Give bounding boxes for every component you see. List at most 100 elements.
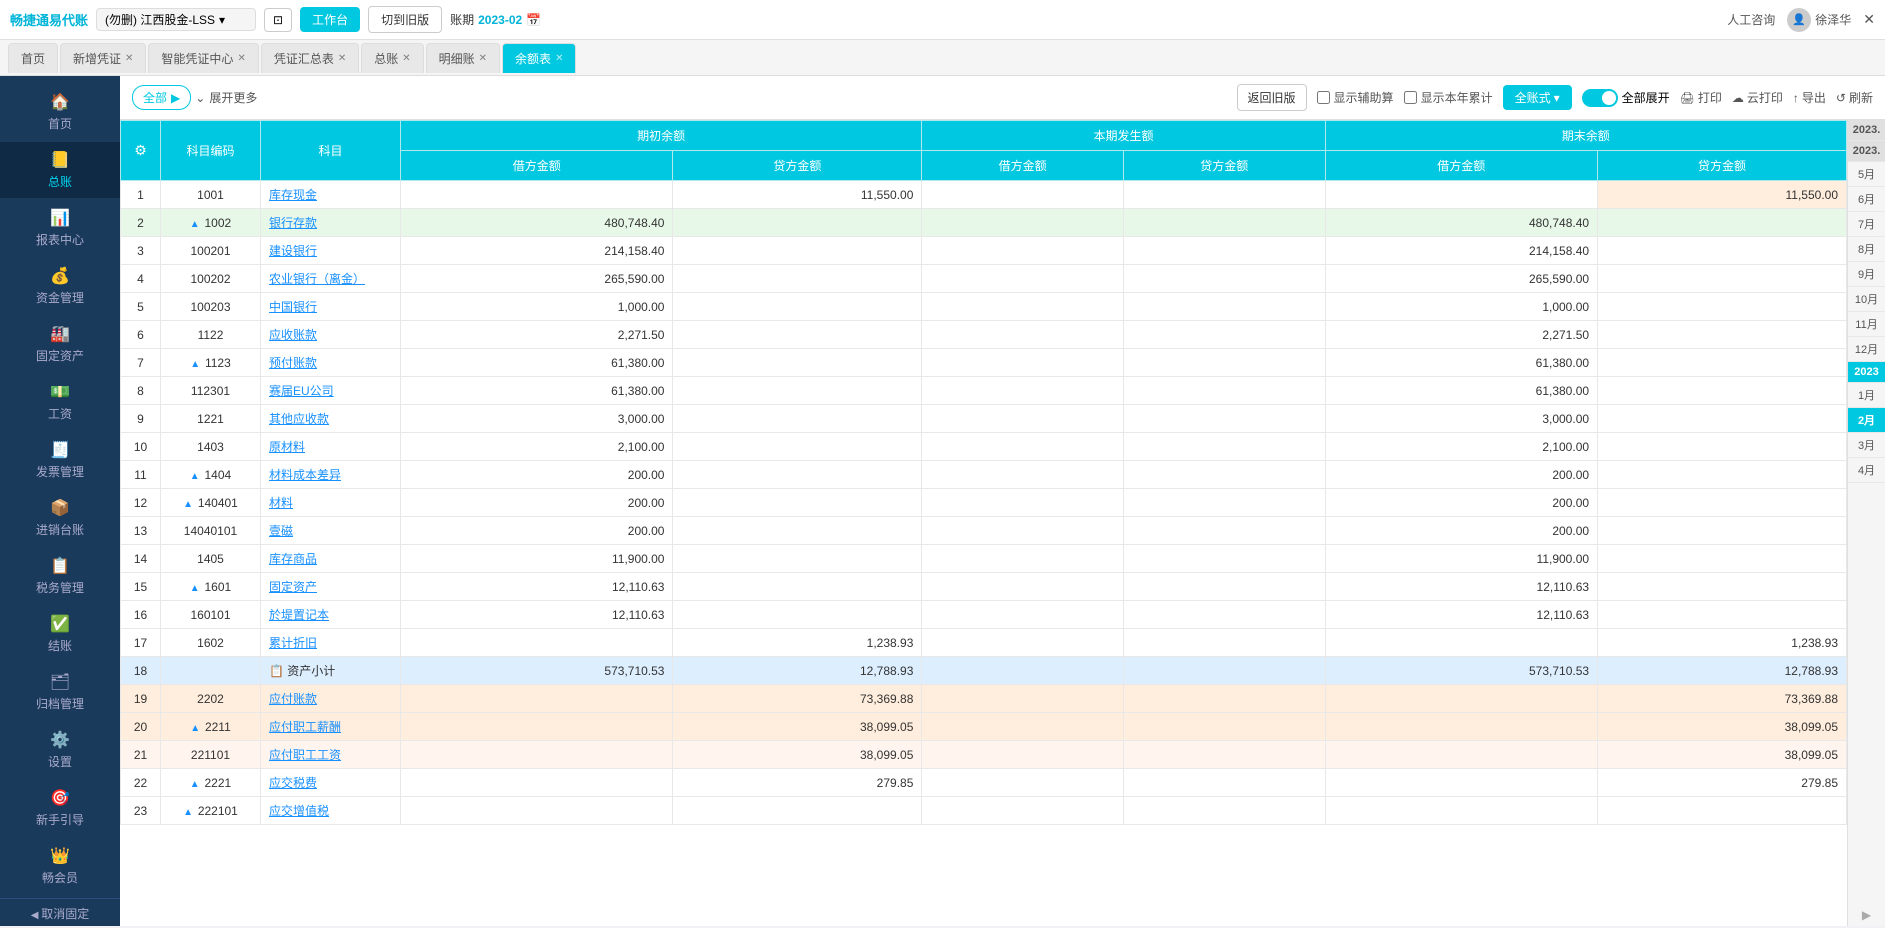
row-subject[interactable]: 原材料 — [261, 433, 401, 461]
right-panel-month-6[interactable]: 6月 — [1848, 187, 1885, 212]
row-subject[interactable]: 中国银行 — [261, 293, 401, 321]
right-panel-month-5[interactable]: 5月 — [1848, 162, 1885, 187]
user-avatar[interactable]: 👤 徐泽华 — [1787, 8, 1851, 32]
row-subject[interactable]: 库存现金 — [261, 181, 401, 209]
right-panel-month-2[interactable]: 2月 — [1848, 408, 1885, 433]
tab-balance-sheet-close[interactable]: ✕ — [555, 53, 563, 64]
expand-icon[interactable]: ▲ — [190, 723, 203, 734]
row-ob-debit: 61,380.00 — [401, 377, 673, 405]
expand-icon[interactable]: ▲ — [190, 779, 203, 790]
row-subject[interactable]: 应付职工薪酬 — [261, 713, 401, 741]
row-subject[interactable]: 库存商品 — [261, 545, 401, 573]
sidebar-item-purchase[interactable]: 📦 进销台账 — [0, 490, 120, 546]
row-subject[interactable]: 固定资产 — [261, 573, 401, 601]
sidebar-item-invoice[interactable]: 🧾 发票管理 — [0, 432, 120, 488]
tab-smart-voucher[interactable]: 智能凭证中心 ✕ — [148, 43, 258, 73]
expand-icon[interactable]: ▲ — [183, 499, 196, 510]
expand-all-toggle[interactable]: 全部展开 — [1582, 89, 1670, 107]
all-filter-btn[interactable]: 全部 ▶ — [132, 85, 191, 110]
expand-icon[interactable]: ▲ — [183, 807, 196, 818]
cloud-print-btn[interactable]: ☁ 云打印 — [1732, 89, 1783, 106]
expand-icon[interactable]: ▲ — [190, 471, 203, 482]
unpin-btn[interactable]: ◀ 取消固定 — [0, 898, 120, 928]
sidebar-item-member[interactable]: 👑 畅会员 — [0, 838, 120, 896]
sidebar-item-ledger[interactable]: 📒 总账 — [0, 142, 120, 198]
company-selector[interactable]: (勿删) 江西股金-LSS ▾ — [96, 8, 256, 31]
row-subject[interactable]: 应交税费 — [261, 769, 401, 797]
tab-detail-ledger[interactable]: 明细账 ✕ — [426, 43, 500, 73]
copy-btn[interactable]: ⊡ — [264, 8, 292, 32]
row-subject[interactable]: 农业银行（离金） — [261, 265, 401, 293]
sidebar-item-tax[interactable]: 📋 税务管理 — [0, 548, 120, 604]
sidebar-item-guide[interactable]: 🎯 新手引导 — [0, 780, 120, 836]
row-subject[interactable]: 预付账款 — [261, 349, 401, 377]
workbench-button[interactable]: 工作台 — [300, 7, 360, 32]
close-window-icon[interactable]: ✕ — [1863, 11, 1875, 28]
sidebar-item-salary[interactable]: 💵 工资 — [0, 374, 120, 430]
row-subject[interactable]: 其他应收款 — [261, 405, 401, 433]
sidebar-item-home[interactable]: 🏠 首页 — [0, 84, 120, 140]
row-subject[interactable]: 材料成本差异 — [261, 461, 401, 489]
return-old-btn[interactable]: 返回旧版 — [1237, 84, 1307, 111]
right-panel-month-3[interactable]: 3月 — [1848, 433, 1885, 458]
row-subject[interactable]: 应交增值税 — [261, 797, 401, 825]
expand-icon[interactable]: ▲ — [190, 219, 203, 230]
right-panel-year-2023-prev[interactable]: 2023. — [1848, 120, 1885, 141]
tab-smart-voucher-close[interactable]: ✕ — [237, 53, 245, 64]
sidebar-item-asset[interactable]: 🏭 固定资产 — [0, 316, 120, 372]
refresh-btn[interactable]: ↺ 刷新 — [1836, 89, 1873, 106]
row-subject[interactable]: 应付账款 — [261, 685, 401, 713]
right-panel-month-1[interactable]: 1月 — [1848, 383, 1885, 408]
row-subject[interactable]: 银行存款 — [261, 209, 401, 237]
row-subject[interactable]: 赛届EU公司 — [261, 377, 401, 405]
right-panel-month-7[interactable]: 7月 — [1848, 212, 1885, 237]
right-panel-year-2023-prev2[interactable]: 2023. — [1848, 141, 1885, 162]
consult-btn[interactable]: 人工咨询 — [1727, 11, 1775, 28]
row-subject[interactable]: 应收账款 — [261, 321, 401, 349]
row-subject[interactable]: 应付职工工资 — [261, 741, 401, 769]
tab-balance-sheet[interactable]: 余额表 ✕ — [502, 43, 576, 73]
sidebar-item-archive[interactable]: 🗂 归档管理 — [0, 664, 120, 720]
row-subject[interactable]: 壹磁 — [261, 517, 401, 545]
row-subject[interactable]: 於堤置记本 — [261, 601, 401, 629]
row-subject[interactable]: 建设银行 — [261, 237, 401, 265]
right-panel-month-12[interactable]: 12月 — [1848, 337, 1885, 362]
tab-home[interactable]: 首页 — [8, 43, 58, 73]
right-panel-toggle[interactable]: ▶ — [1848, 904, 1885, 926]
print-btn[interactable]: 🖨 打印 — [1680, 89, 1722, 106]
toggle-switch[interactable] — [1582, 89, 1618, 107]
auxiliary-checkbox[interactable] — [1317, 91, 1330, 104]
right-panel-month-11[interactable]: 11月 — [1848, 312, 1885, 337]
show-auxiliary-check[interactable]: 显示辅助算 — [1317, 89, 1394, 106]
right-panel-year-2023[interactable]: 2023 — [1848, 362, 1885, 383]
right-panel-month-9[interactable]: 9月 — [1848, 262, 1885, 287]
show-ytd-check[interactable]: 显示本年累计 — [1404, 89, 1493, 106]
tab-ledger-close[interactable]: ✕ — [402, 53, 410, 64]
expand-icon[interactable]: ▲ — [190, 583, 203, 594]
th-settings[interactable]: ⚙ — [121, 121, 161, 181]
sidebar-item-report[interactable]: 📊 报表中心 — [0, 200, 120, 256]
tab-detail-ledger-close[interactable]: ✕ — [479, 53, 487, 64]
calendar-icon[interactable]: 📅 — [526, 13, 541, 27]
switch-old-button[interactable]: 切到旧版 — [368, 6, 442, 33]
sidebar-item-settings[interactable]: ⚙️ 设置 — [0, 722, 120, 778]
style-btn[interactable]: 全账式 ▾ — [1503, 85, 1572, 110]
tab-ledger[interactable]: 总账 ✕ — [361, 43, 423, 73]
row-subject[interactable]: 材料 — [261, 489, 401, 517]
ytd-checkbox[interactable] — [1404, 91, 1417, 104]
tab-new-voucher[interactable]: 新增凭证 ✕ — [60, 43, 146, 73]
expand-more-btn[interactable]: ⌄ 展开更多 — [195, 89, 257, 106]
right-panel-month-8[interactable]: 8月 — [1848, 237, 1885, 262]
right-panel-month-10[interactable]: 10月 — [1848, 287, 1885, 312]
tab-voucher-summary[interactable]: 凭证汇总表 ✕ — [261, 43, 359, 73]
sidebar-item-fund[interactable]: 💰 资金管理 — [0, 258, 120, 314]
export-btn[interactable]: ↑ 导出 — [1793, 89, 1826, 106]
expand-icon[interactable]: ▲ — [190, 359, 203, 370]
tab-new-voucher-close[interactable]: ✕ — [125, 53, 133, 64]
row-cd-debit — [922, 209, 1124, 237]
right-panel-month-4[interactable]: 4月 — [1848, 458, 1885, 483]
sidebar-item-settle[interactable]: ✅ 结账 — [0, 606, 120, 662]
row-subject[interactable]: 累计折旧 — [261, 629, 401, 657]
gear-icon[interactable]: ⚙ — [134, 142, 147, 158]
tab-voucher-summary-close[interactable]: ✕ — [338, 53, 346, 64]
